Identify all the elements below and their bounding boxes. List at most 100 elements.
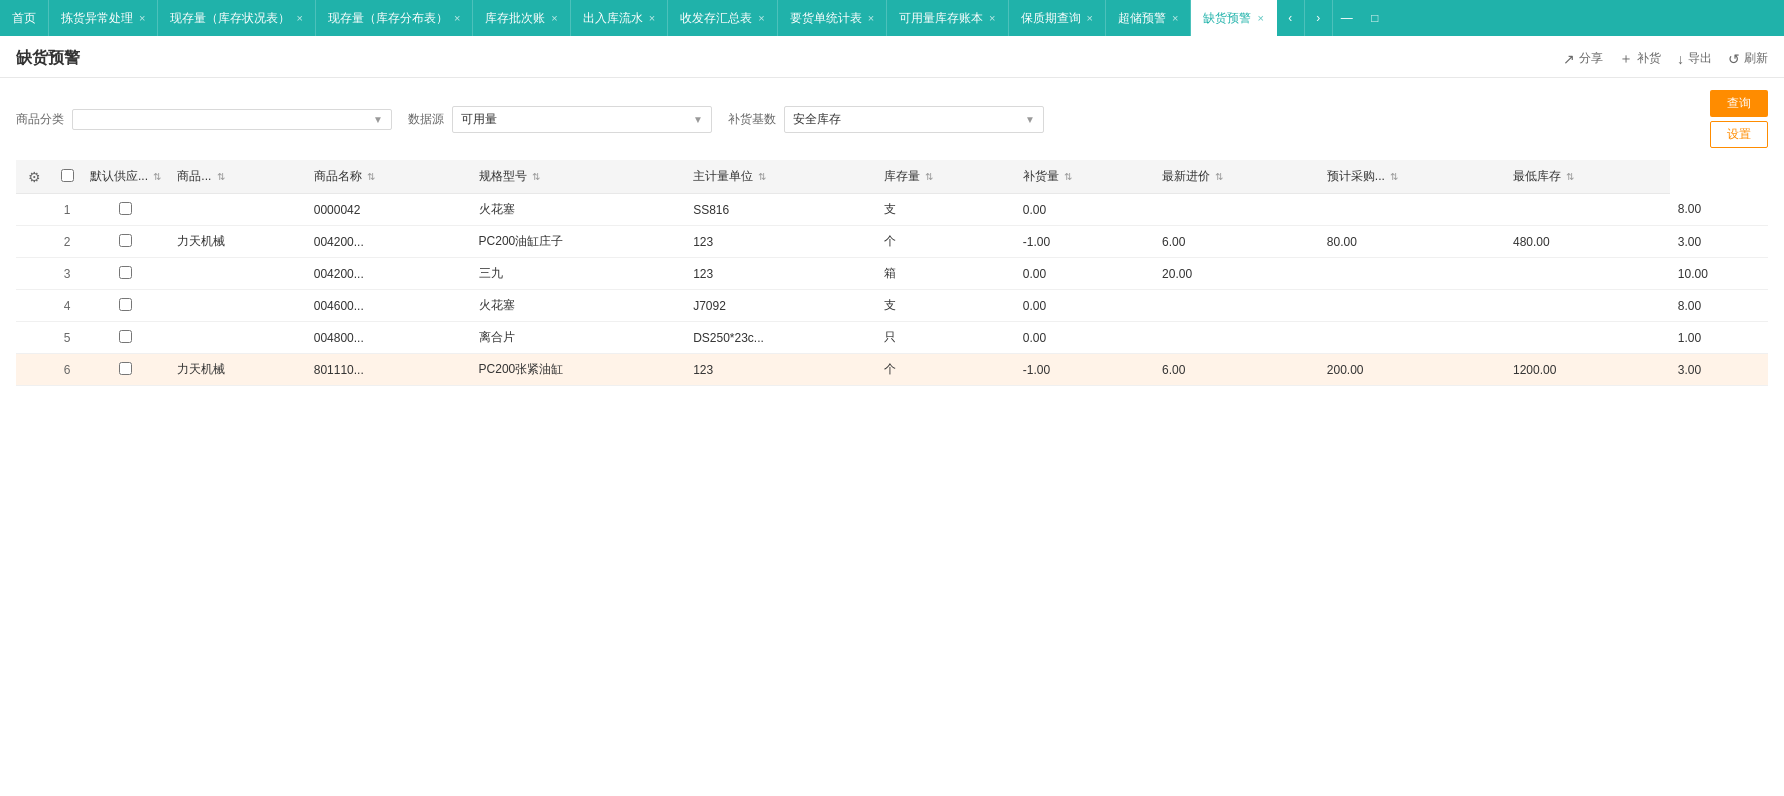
tab-9[interactable]: 保质期查询 × xyxy=(1009,0,1106,36)
cell-num-5: 6 xyxy=(52,354,82,386)
tab-1[interactable]: 拣货异常处理 × xyxy=(49,0,158,36)
cell-min-stock-1: 3.00 xyxy=(1670,226,1768,258)
cell-name-1: PC200油缸庄子 xyxy=(471,226,686,258)
cell-latest-price-1: 80.00 xyxy=(1319,226,1505,258)
tab-close-6[interactable]: × xyxy=(758,12,764,24)
table-row: 3 004200... 三九 123 箱 0.00 20.00 10.00 xyxy=(16,258,1768,290)
cell-latest-price-4 xyxy=(1319,322,1505,354)
tab-next-btn[interactable]: › xyxy=(1305,0,1333,36)
tab-close-7[interactable]: × xyxy=(868,12,874,24)
sort-replenish-icon: ⇅ xyxy=(1064,171,1072,182)
checkbox-row-0[interactable] xyxy=(119,202,132,215)
page-title: 缺货预警 xyxy=(16,48,80,69)
tab-close-3[interactable]: × xyxy=(454,12,460,24)
replenish-label: 补货基数 xyxy=(728,111,776,128)
col-latest-price[interactable]: 最新进价 ⇅ xyxy=(1154,160,1319,194)
checkbox-row-3[interactable] xyxy=(119,298,132,311)
share-action[interactable]: ↗ 分享 xyxy=(1563,50,1603,67)
refresh-icon: ↺ xyxy=(1728,51,1740,67)
settings-gear-icon[interactable]: ⚙ xyxy=(28,169,41,185)
export-action[interactable]: ↓ 导出 xyxy=(1677,50,1712,67)
checkbox-row-4[interactable] xyxy=(119,330,132,343)
filter-actions: 查询 设置 xyxy=(1710,90,1768,148)
cell-estimated-3 xyxy=(1505,290,1670,322)
replenish-select[interactable]: 安全库存 ▼ xyxy=(784,106,1044,133)
col-unit[interactable]: 主计量单位 ⇅ xyxy=(685,160,875,194)
query-button[interactable]: 查询 xyxy=(1710,90,1768,117)
cell-code-0: 0000042 xyxy=(306,194,471,226)
cell-min-stock-0: 8.00 xyxy=(1670,194,1768,226)
tab-close-9[interactable]: × xyxy=(1087,12,1093,24)
tab-5[interactable]: 出入库流水 × xyxy=(571,0,668,36)
row-settings-5 xyxy=(16,354,52,386)
cell-spec-5: 123 xyxy=(685,354,875,386)
col-code[interactable]: 商品... ⇅ xyxy=(169,160,305,194)
tab-4[interactable]: 库存批次账 × xyxy=(473,0,570,36)
category-filter-group: 商品分类 ▼ xyxy=(16,109,392,130)
datasource-label: 数据源 xyxy=(408,111,444,128)
col-supplier[interactable]: 默认供应... ⇅ xyxy=(82,160,169,194)
tab-home[interactable]: 首页 xyxy=(0,0,49,36)
cell-spec-4: DS250*23c... xyxy=(685,322,875,354)
replenish-action[interactable]: ＋ 补货 xyxy=(1619,50,1661,68)
cell-min-stock-3: 8.00 xyxy=(1670,290,1768,322)
cell-replenish-4 xyxy=(1154,322,1319,354)
col-min-stock[interactable]: 最低库存 ⇅ xyxy=(1505,160,1670,194)
tab-close-10[interactable]: × xyxy=(1172,12,1178,24)
table-row: 2 力天机械 004200... PC200油缸庄子 123 个 -1.00 6… xyxy=(16,226,1768,258)
tab-close-11[interactable]: × xyxy=(1257,12,1263,24)
tab-2[interactable]: 现存量（库存状况表） × xyxy=(158,0,315,36)
checkbox-row-2[interactable] xyxy=(119,266,132,279)
cell-supplier-4 xyxy=(169,322,305,354)
refresh-action[interactable]: ↺ 刷新 xyxy=(1728,50,1768,67)
col-estimated[interactable]: 预计采购... ⇅ xyxy=(1319,160,1505,194)
sort-code-icon: ⇅ xyxy=(217,171,225,182)
col-stock[interactable]: 库存量 ⇅ xyxy=(876,160,1015,194)
share-icon: ↗ xyxy=(1563,51,1575,67)
sort-estimated-icon: ⇅ xyxy=(1390,171,1398,182)
tab-close-2[interactable]: × xyxy=(296,12,302,24)
tab-close-8[interactable]: × xyxy=(989,12,995,24)
tab-11[interactable]: 缺货预警 × xyxy=(1191,0,1276,36)
sort-stock-icon: ⇅ xyxy=(925,171,933,182)
row-checkbox-0 xyxy=(82,194,169,226)
tab-3[interactable]: 现存量（库存分布表） × xyxy=(316,0,473,36)
row-settings-4 xyxy=(16,322,52,354)
cell-spec-1: 123 xyxy=(685,226,875,258)
settings-button[interactable]: 设置 xyxy=(1710,121,1768,148)
cell-stock-4: 0.00 xyxy=(1015,322,1154,354)
row-checkbox-4 xyxy=(82,322,169,354)
datasource-select-arrow: ▼ xyxy=(693,114,703,125)
cell-num-0: 1 xyxy=(52,194,82,226)
sort-spec-icon: ⇅ xyxy=(532,171,540,182)
tab-close-4[interactable]: × xyxy=(551,12,557,24)
tab-10[interactable]: 超储预警 × xyxy=(1106,0,1191,36)
tab-close-5[interactable]: × xyxy=(649,12,655,24)
cell-latest-price-2 xyxy=(1319,258,1505,290)
cell-name-2: 三九 xyxy=(471,258,686,290)
tab-7[interactable]: 要货单统计表 × xyxy=(778,0,887,36)
col-spec[interactable]: 规格型号 ⇅ xyxy=(471,160,686,194)
datasource-select[interactable]: 可用量 ▼ xyxy=(452,106,712,133)
checkbox-row-1[interactable] xyxy=(119,234,132,247)
tab-maximize-btn[interactable]: □ xyxy=(1361,0,1389,36)
tab-8[interactable]: 可用量库存账本 × xyxy=(887,0,1008,36)
tab-close-1[interactable]: × xyxy=(139,12,145,24)
cell-unit-0: 支 xyxy=(876,194,1015,226)
col-replenish[interactable]: 补货量 ⇅ xyxy=(1015,160,1154,194)
row-settings-3 xyxy=(16,290,52,322)
cell-latest-price-0 xyxy=(1319,194,1505,226)
col-name[interactable]: 商品名称 ⇅ xyxy=(306,160,471,194)
cell-min-stock-5: 3.00 xyxy=(1670,354,1768,386)
cell-spec-2: 123 xyxy=(685,258,875,290)
replenish-icon: ＋ xyxy=(1619,50,1633,68)
cell-unit-2: 箱 xyxy=(876,258,1015,290)
cell-stock-1: -1.00 xyxy=(1015,226,1154,258)
tab-6[interactable]: 收发存汇总表 × xyxy=(668,0,777,36)
checkbox-row-5[interactable] xyxy=(119,362,132,375)
category-select[interactable]: ▼ xyxy=(72,109,392,130)
tab-prev-btn[interactable]: ‹ xyxy=(1277,0,1305,36)
checkbox-all[interactable] xyxy=(61,169,74,182)
cell-name-0: 火花塞 xyxy=(471,194,686,226)
tab-minimize-btn[interactable]: — xyxy=(1333,0,1361,36)
